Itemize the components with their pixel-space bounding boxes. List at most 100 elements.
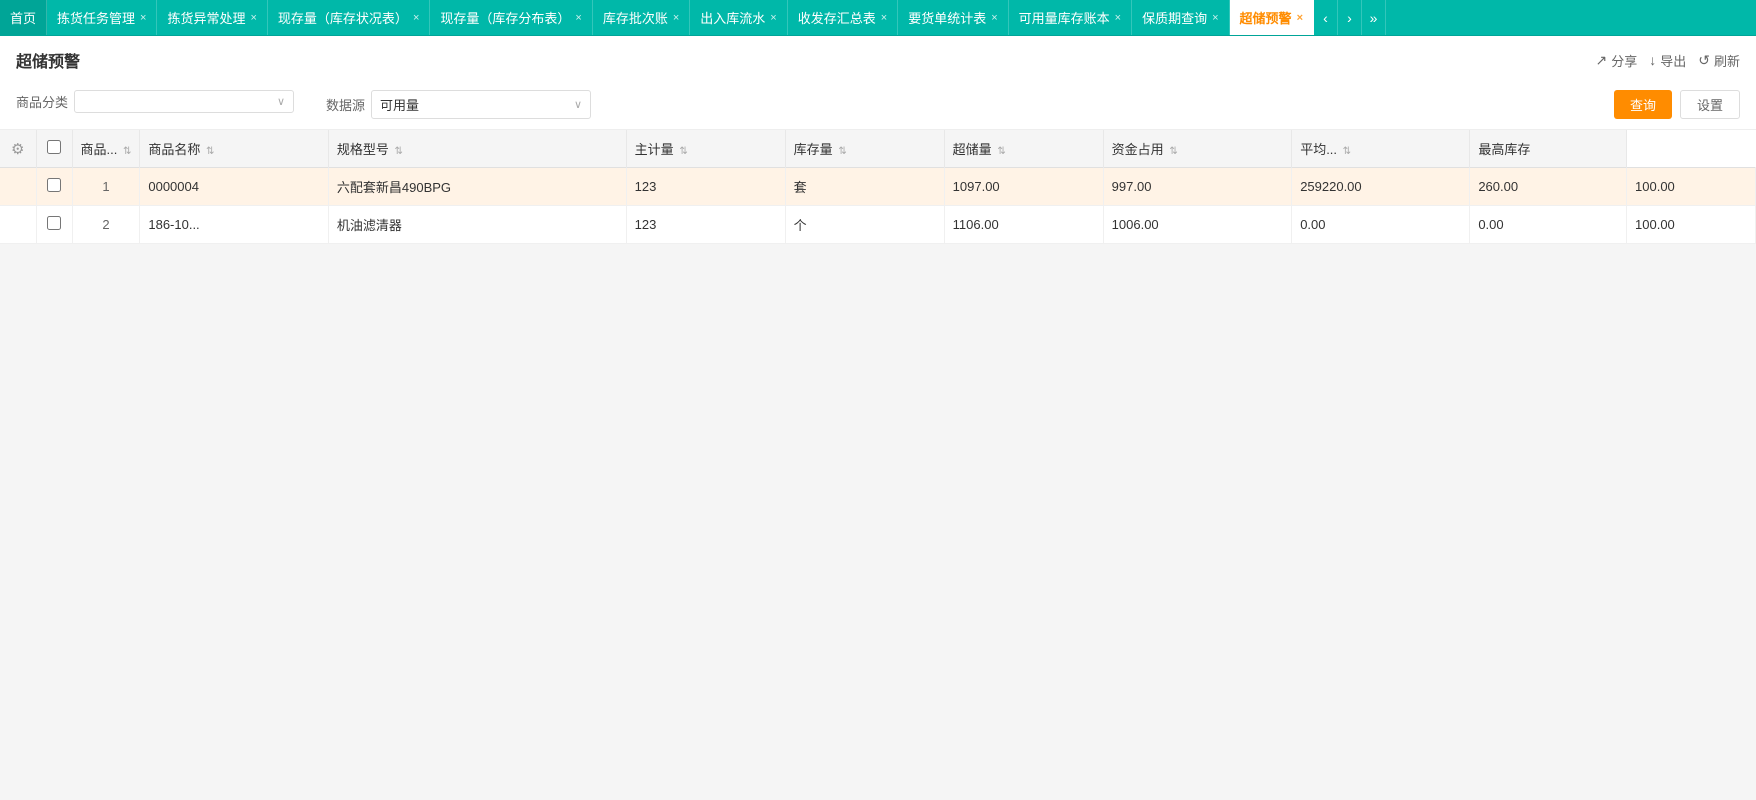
nav-stock-status[interactable]: 现存量（库存状况表） × (268, 0, 430, 36)
col-overstock-qty-sort[interactable]: ⇅ (997, 146, 1005, 157)
table-container: ⚙ 商品... ⇅ 商品名称 ⇅ 规格型号 ⇅ 主计量 (0, 130, 1756, 244)
row-spec: 123 (626, 206, 785, 244)
nav-exception[interactable]: 拣货异常处理 × (157, 0, 267, 36)
col-capital-label: 资金占用 (1112, 142, 1164, 157)
product-category-label: 商品分类 (16, 92, 68, 111)
nav-extra-arrow[interactable]: » (1362, 0, 1386, 36)
col-unit-sort[interactable]: ⇅ (679, 146, 687, 157)
row-avg: 0.00 (1470, 206, 1627, 244)
col-product-name-label: 商品名称 (148, 142, 200, 157)
page-title: 超储预警 (16, 48, 80, 72)
nav-exception-close[interactable]: × (250, 12, 256, 24)
refresh-button[interactable]: ↺ 刷新 (1698, 51, 1740, 70)
share-button[interactable]: ↗ 分享 (1595, 51, 1637, 70)
nav-stock-status-label: 现存量（库存状况表） (278, 8, 408, 27)
row-stock-qty: 1097.00 (944, 168, 1103, 206)
nav-expiry[interactable]: 保质期查询 × (1132, 0, 1229, 36)
export-icon: ↓ (1649, 52, 1656, 68)
nav-stock-dist[interactable]: 现存量（库存分布表） × (430, 0, 592, 36)
col-stock-qty-sort[interactable]: ⇅ (838, 146, 846, 157)
col-product-code: 商品... ⇅ (72, 130, 140, 168)
row-num: 1 (72, 168, 140, 206)
nav-batch-account-label: 库存批次账 (603, 8, 668, 27)
col-product-name: 商品名称 ⇅ (140, 130, 329, 168)
nav-task-mgmt[interactable]: 拣货任务管理 × (47, 0, 157, 36)
nav-overstock-warning-close[interactable]: × (1297, 12, 1303, 24)
col-spec-sort[interactable]: ⇅ (395, 146, 403, 157)
nav-batch-account[interactable]: 库存批次账 × (593, 0, 690, 36)
product-category-filter: 商品分类 ∨ (16, 90, 294, 113)
row-max-stock: 100.00 (1627, 206, 1756, 244)
col-product-name-sort[interactable]: ⇅ (206, 146, 214, 157)
nav-available-account-label: 可用量库存账本 (1019, 8, 1110, 27)
nav-in-out-flow-close[interactable]: × (770, 12, 776, 24)
row-checkbox-0[interactable] (47, 178, 61, 192)
row-checkbox-cell (36, 206, 72, 244)
column-gear-icon[interactable]: ⚙ (11, 141, 24, 158)
nav-batch-account-close[interactable]: × (673, 12, 679, 24)
nav-stock-dist-close[interactable]: × (575, 12, 581, 24)
col-avg: 平均... ⇅ (1292, 130, 1470, 168)
col-product-code-label: 商品... (81, 142, 118, 157)
row-checkbox-1[interactable] (47, 216, 61, 230)
export-button[interactable]: ↓ 导出 (1649, 51, 1686, 70)
row-product-name: 六配套新昌490BPG (328, 168, 626, 206)
nav-available-account[interactable]: 可用量库存账本 × (1009, 0, 1132, 36)
row-stock-qty: 1106.00 (944, 206, 1103, 244)
nav-recv-send-summary-label: 收发存汇总表 (798, 8, 876, 27)
col-checkbox (36, 130, 72, 168)
row-unit: 个 (785, 206, 944, 244)
row-capital: 0.00 (1292, 206, 1470, 244)
nav-task-mgmt-close[interactable]: × (140, 12, 146, 24)
nav-in-out-flow[interactable]: 出入库流水 × (690, 0, 787, 36)
nav-overstock-warning[interactable]: 超储预警 × (1230, 0, 1314, 36)
product-category-arrow: ∨ (277, 95, 285, 108)
col-spec-label: 规格型号 (337, 142, 389, 157)
nav-stock-status-close[interactable]: × (413, 12, 419, 24)
row-overstock-qty: 997.00 (1103, 168, 1292, 206)
row-overstock-qty: 1006.00 (1103, 206, 1292, 244)
nav-recv-send-summary-close[interactable]: × (881, 12, 887, 24)
nav-next-arrow[interactable]: › (1338, 0, 1362, 36)
nav-order-stats-label: 要货单统计表 (908, 8, 986, 27)
table-row: 1 0000004 六配套新昌490BPG 123 套 1097.00 997.… (0, 168, 1756, 206)
nav-order-stats[interactable]: 要货单统计表 × (898, 0, 1008, 36)
share-icon: ↗ (1595, 52, 1607, 69)
col-overstock-qty-label: 超储量 (953, 142, 992, 157)
product-category-select[interactable]: ∨ (74, 90, 294, 113)
nav-expiry-close[interactable]: × (1212, 12, 1218, 24)
col-product-code-sort[interactable]: ⇅ (123, 146, 131, 157)
row-product-code: 186-10... (140, 206, 329, 244)
datasource-select[interactable]: 可用量 ∨ (371, 90, 591, 119)
nav-available-account-close[interactable]: × (1115, 12, 1121, 24)
datasource-filter: 数据源 可用量 ∨ (326, 90, 591, 119)
refresh-label: 刷新 (1714, 51, 1740, 70)
row-capital: 259220.00 (1292, 168, 1470, 206)
export-label: 导出 (1660, 51, 1686, 70)
col-max-stock: 最高库存 (1470, 130, 1627, 168)
settings-button[interactable]: 设置 (1680, 90, 1740, 119)
filter-buttons: 查询 设置 (1614, 90, 1740, 119)
nav-prev-arrow[interactable]: ‹ (1314, 0, 1338, 36)
row-max-stock: 100.00 (1627, 168, 1756, 206)
nav-order-stats-close[interactable]: × (991, 12, 997, 24)
col-avg-label: 平均... (1300, 142, 1337, 157)
col-spec: 规格型号 ⇅ (328, 130, 626, 168)
col-stock-qty-label: 库存量 (794, 142, 833, 157)
nav-recv-send-summary[interactable]: 收发存汇总表 × (788, 0, 898, 36)
nav-expiry-label: 保质期查询 (1142, 8, 1207, 27)
datasource-value: 可用量 (380, 95, 419, 114)
query-button[interactable]: 查询 (1614, 90, 1672, 119)
filters-row: 商品分类 ∨ 数据源 可用量 ∨ 查询 设置 (16, 90, 1740, 119)
col-avg-sort[interactable]: ⇅ (1343, 146, 1351, 157)
row-avg: 260.00 (1470, 168, 1627, 206)
row-gear-cell (0, 168, 36, 206)
header-actions: ↗ 分享 ↓ 导出 ↺ 刷新 (1595, 51, 1740, 70)
col-capital-sort[interactable]: ⇅ (1169, 146, 1177, 157)
datasource-arrow: ∨ (574, 98, 582, 111)
nav-home[interactable]: 首页 (0, 0, 47, 36)
select-all-checkbox[interactable] (47, 140, 61, 154)
nav-overstock-warning-label: 超储预警 (1240, 8, 1292, 27)
table-row: 2 186-10... 机油滤清器 123 个 1106.00 1006.00 … (0, 206, 1756, 244)
top-navigation: 首页 拣货任务管理 × 拣货异常处理 × 现存量（库存状况表） × 现存量（库存… (0, 0, 1756, 36)
